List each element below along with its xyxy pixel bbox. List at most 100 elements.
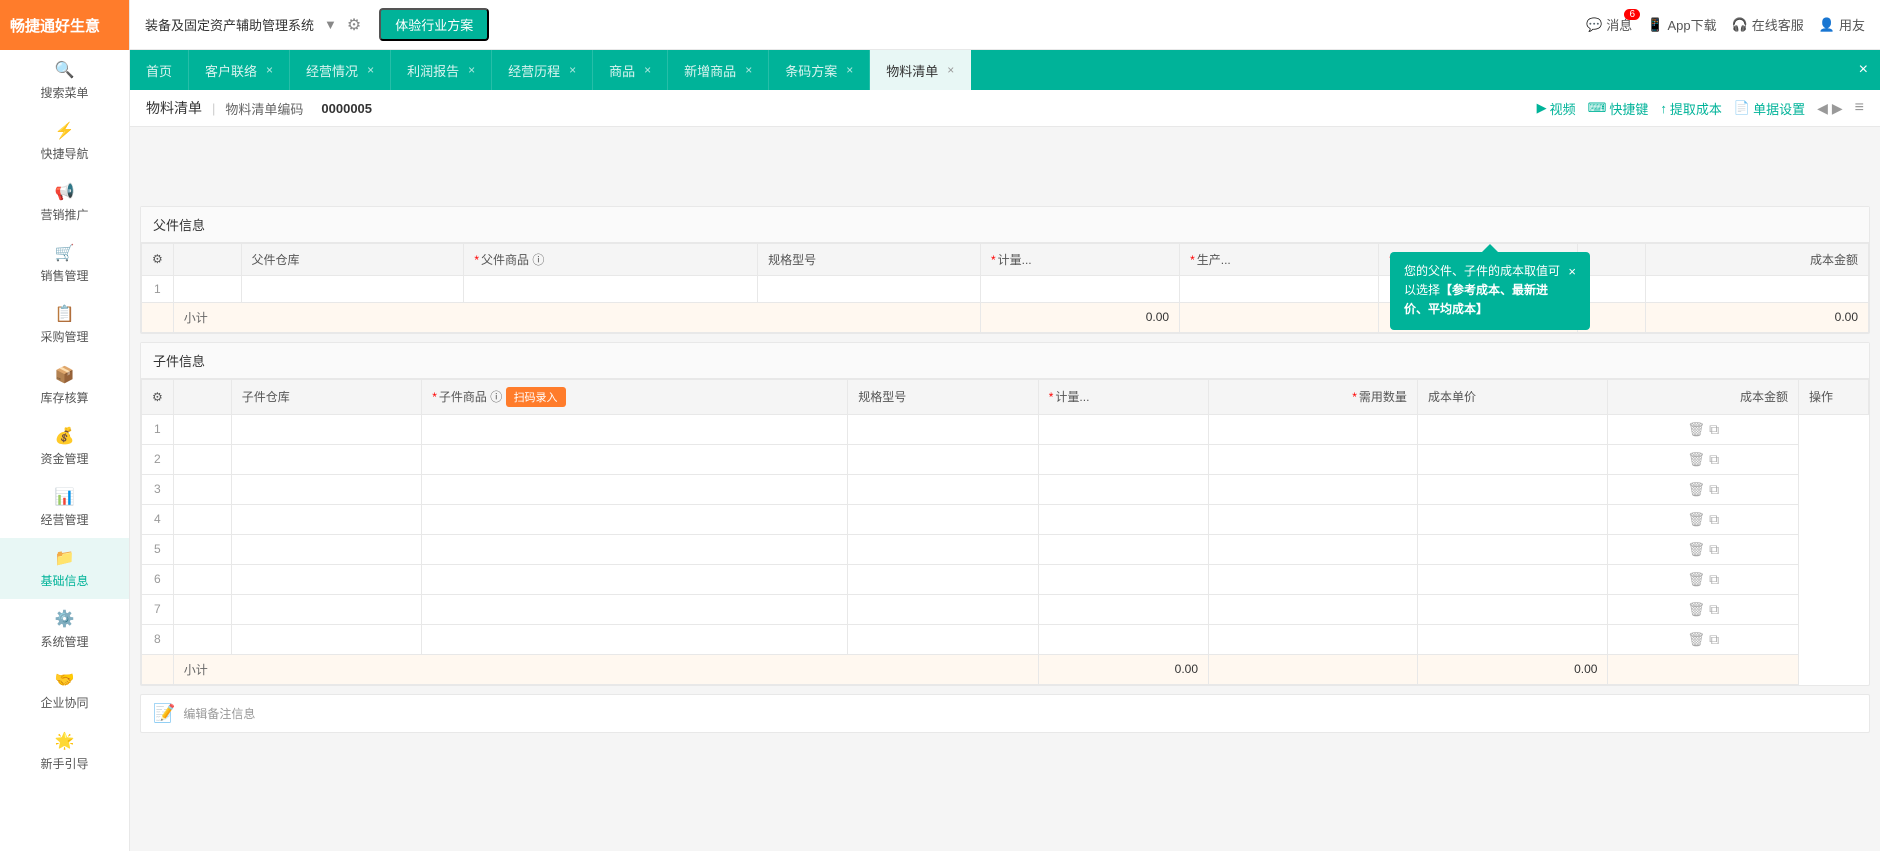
- content: 物料清单 | 物料清单编码 0000005 ▶ 视频 ⌨ 快捷键 ↑ 提取成本 …: [130, 90, 1880, 851]
- child-row-1-warehouse[interactable]: [173, 414, 231, 444]
- single-setting-action[interactable]: 📄 单据设置: [1734, 99, 1805, 118]
- settings-icon[interactable]: ⚙: [347, 15, 361, 35]
- child-row-1-price[interactable]: [1209, 414, 1418, 444]
- view-label: 视频: [1550, 99, 1576, 118]
- delete-icon-5[interactable]: 🗑: [1687, 541, 1705, 558]
- parent-row-1-goods[interactable]: [464, 275, 758, 302]
- message-button[interactable]: 💬 消息 6: [1586, 15, 1632, 34]
- copy-icon-1[interactable]: ⧉: [1709, 421, 1719, 438]
- child-row-2-price[interactable]: [1209, 444, 1418, 474]
- tabs-close-all[interactable]: ×: [1847, 61, 1880, 79]
- child-row-2-warehouse[interactable]: [173, 444, 231, 474]
- copy-icon-7[interactable]: ⧉: [1709, 601, 1719, 618]
- child-row-2-goods[interactable]: [231, 444, 422, 474]
- tooltip-close[interactable]: ×: [1568, 262, 1576, 283]
- parent-row-1-unit[interactable]: [980, 275, 1179, 302]
- tab-bom-close[interactable]: ×: [947, 63, 954, 77]
- sidebar-item-marketing[interactable]: 📢 营销推广: [0, 172, 129, 233]
- sidebar-item-guide[interactable]: 🌟 新手引导: [0, 721, 129, 782]
- user-button[interactable]: 👤 用友: [1819, 15, 1865, 34]
- tab-goods[interactable]: 商品 ×: [593, 50, 668, 90]
- sidebar-item-label: 基础信息: [40, 572, 88, 589]
- tab-operations-close[interactable]: ×: [367, 63, 374, 77]
- extract-cost-action[interactable]: ↑ 提取成本: [1660, 99, 1722, 118]
- sidebar-item-operations[interactable]: 📊 经营管理: [0, 477, 129, 538]
- sidebar-item-purchase[interactable]: 📋 采购管理: [0, 294, 129, 355]
- view-action[interactable]: ▶ 视频: [1537, 99, 1576, 118]
- parent-row-1-spec[interactable]: [758, 275, 981, 302]
- headset-icon: 🎧: [1732, 17, 1748, 33]
- child-row-5: 5 🗑 ⧉: [142, 534, 1869, 564]
- notes-icon[interactable]: 📝: [153, 703, 175, 724]
- tab-bom[interactable]: 物料清单 ×: [870, 50, 971, 90]
- app-download-button[interactable]: 📱 App下载: [1647, 15, 1716, 34]
- sidebar-item-nav[interactable]: ⚡ 快捷导航: [0, 111, 129, 172]
- sidebar-item-enterprise[interactable]: 🤝 企业协同: [0, 660, 129, 721]
- child-col-setting[interactable]: ⚙: [142, 379, 174, 414]
- tab-profit-close[interactable]: ×: [468, 63, 475, 77]
- grid-view-button[interactable]: ≡: [1855, 99, 1864, 117]
- chart-icon: 📊: [55, 487, 75, 507]
- tab-barcode[interactable]: 条码方案 ×: [769, 50, 870, 90]
- megaphone-icon: 📢: [55, 182, 75, 202]
- child-row-2-qty[interactable]: [1038, 444, 1208, 474]
- delete-icon-4[interactable]: 🗑: [1687, 511, 1705, 528]
- tab-barcode-close[interactable]: ×: [846, 63, 853, 77]
- tab-goods-close[interactable]: ×: [644, 63, 651, 77]
- parent-row-1-warehouse[interactable]: [241, 275, 464, 302]
- parent-col-setting[interactable]: ⚙: [142, 243, 174, 275]
- trial-button[interactable]: 体验行业方案: [379, 8, 489, 41]
- delete-icon-6[interactable]: 🗑: [1687, 571, 1705, 588]
- tab-operations[interactable]: 经营情况 ×: [290, 50, 391, 90]
- tab-home[interactable]: 首页: [130, 50, 189, 90]
- child-row-1-spec[interactable]: [422, 414, 848, 444]
- delete-icon-2[interactable]: 🗑: [1687, 451, 1705, 468]
- child-row-2-unit[interactable]: [848, 444, 1039, 474]
- doc-icon: 📄: [1734, 100, 1750, 116]
- child-row-1-qty[interactable]: [1038, 414, 1208, 444]
- sidebar-item-system[interactable]: ⚙️ 系统管理: [0, 599, 129, 660]
- copy-icon-2[interactable]: ⧉: [1709, 451, 1719, 468]
- tooltip-text: 您的父件、子件的成本取值可以选择【参考成本、最新进价、平均成本】: [1404, 264, 1560, 316]
- delete-icon-1[interactable]: 🗑: [1687, 421, 1705, 438]
- tab-customer-close[interactable]: ×: [266, 63, 273, 77]
- tab-profit[interactable]: 利润报告 ×: [391, 50, 492, 90]
- sidebar-item-search[interactable]: 🔍 搜索菜单: [0, 50, 129, 111]
- copy-icon-4[interactable]: ⧉: [1709, 511, 1719, 528]
- delete-icon-3[interactable]: 🗑: [1687, 481, 1705, 498]
- title-dropdown-icon[interactable]: ▼: [324, 17, 337, 32]
- sidebar-item-finance[interactable]: 💰 资金管理: [0, 416, 129, 477]
- online-service-button[interactable]: 🎧 在线客服: [1732, 15, 1804, 34]
- child-col-amount: 成本金额: [1608, 379, 1799, 414]
- next-arrow[interactable]: ▶: [1832, 100, 1843, 117]
- child-row-1-unit[interactable]: [848, 414, 1039, 444]
- prev-arrow[interactable]: ◀: [1817, 100, 1828, 117]
- child-row-1-goods[interactable]: [231, 414, 422, 444]
- sidebar-item-inventory[interactable]: 📦 库存核算: [0, 355, 129, 416]
- sidebar-item-label: 快捷导航: [40, 145, 88, 162]
- copy-icon-6[interactable]: ⧉: [1709, 571, 1719, 588]
- tab-history[interactable]: 经营历程 ×: [492, 50, 593, 90]
- parent-row-1-produce[interactable]: [1180, 275, 1379, 302]
- copy-icon-8[interactable]: ⧉: [1709, 631, 1719, 648]
- tab-new-goods[interactable]: 新增商品 ×: [668, 50, 769, 90]
- parent-section-title: 父件信息: [141, 207, 1869, 243]
- parent-col-warehouse: 父件仓库: [241, 243, 464, 275]
- parent-row-1-c1[interactable]: [173, 275, 241, 302]
- tab-new-goods-close[interactable]: ×: [745, 63, 752, 77]
- scan-button[interactable]: 扫码录入: [506, 387, 566, 407]
- child-row-2-spec[interactable]: [422, 444, 848, 474]
- tab-home-label: 首页: [146, 61, 172, 80]
- tab-customer[interactable]: 客户联络 ×: [189, 50, 290, 90]
- lightning-icon: ⚡: [55, 121, 75, 141]
- sidebar-item-label: 采购管理: [40, 328, 88, 345]
- copy-icon-3[interactable]: ⧉: [1709, 481, 1719, 498]
- tab-history-close[interactable]: ×: [569, 63, 576, 77]
- shortcut-action[interactable]: ⌨ 快捷键: [1588, 99, 1649, 118]
- delete-icon-7[interactable]: 🗑: [1687, 601, 1705, 618]
- child-row-4-actions: 🗑 ⧉: [1618, 511, 1788, 528]
- sidebar-item-sales[interactable]: 🛒 销售管理: [0, 233, 129, 294]
- delete-icon-8[interactable]: 🗑: [1687, 631, 1705, 648]
- copy-icon-5[interactable]: ⧉: [1709, 541, 1719, 558]
- sidebar-item-basic-info[interactable]: 📁 基础信息: [0, 538, 129, 599]
